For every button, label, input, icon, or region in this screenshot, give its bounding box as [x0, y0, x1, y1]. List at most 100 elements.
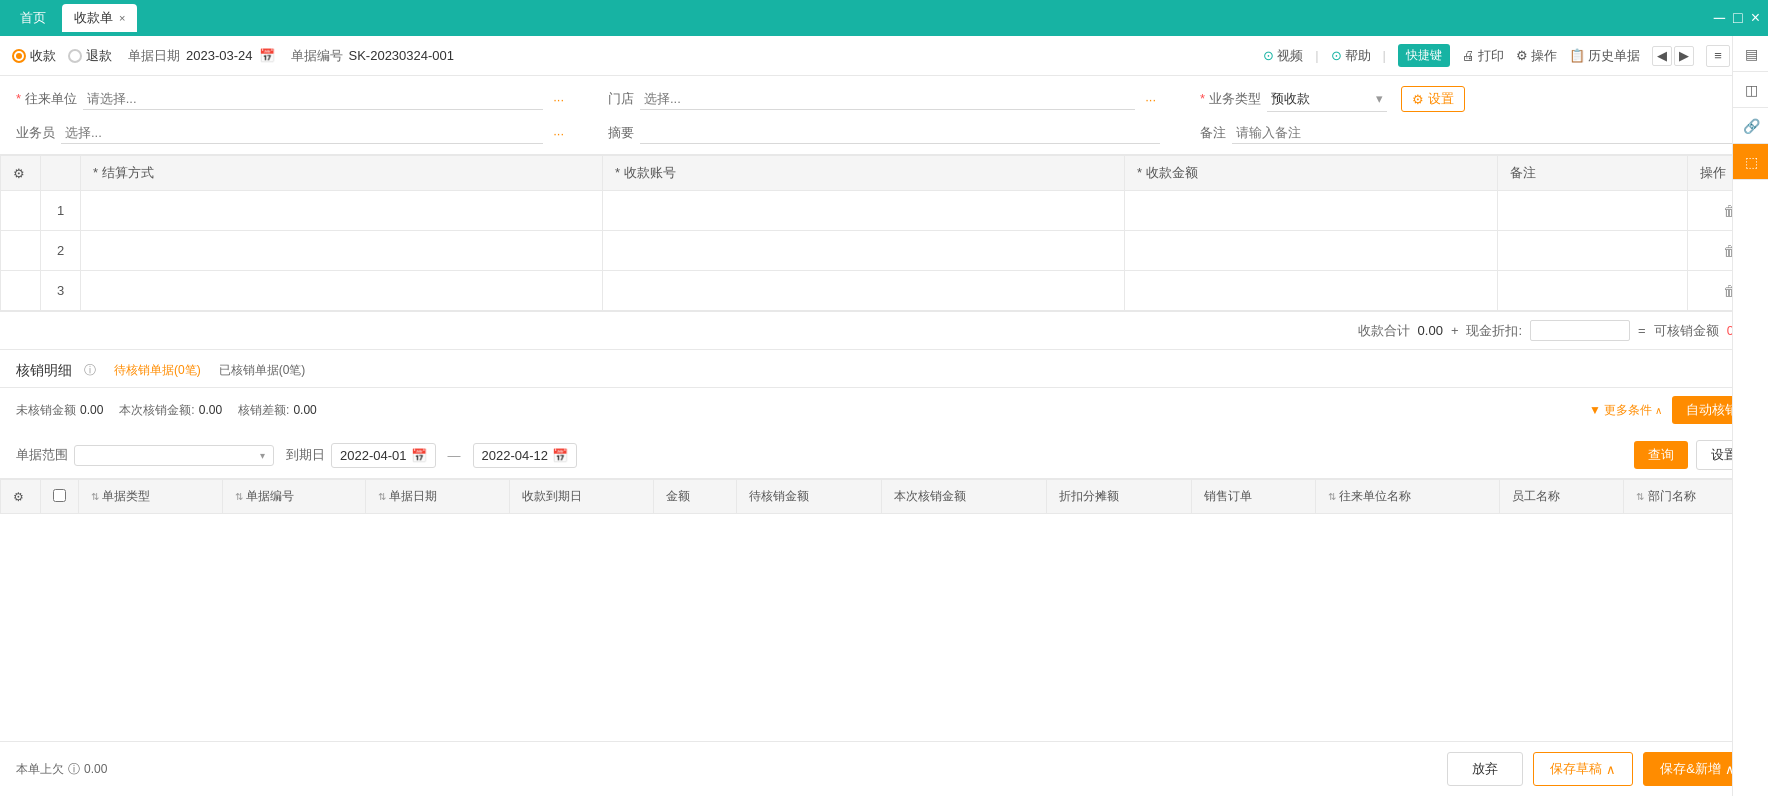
win-close-btn[interactable]: × — [1751, 9, 1760, 27]
stat-unchecked-label: 未核销金额 — [16, 402, 76, 419]
nav-arrows: ◀ ▶ — [1652, 46, 1694, 66]
total-label1: 收款合计 — [1358, 322, 1410, 340]
date-value: 2023-03-24 — [186, 48, 253, 63]
main-content: 收款 退款 单据日期 2023-03-24 📅 单据编号 SK-20230324… — [0, 36, 1768, 796]
vcol-counterpart: ⇅ 往来单位名称 — [1315, 480, 1499, 514]
row3-remark[interactable] — [1497, 271, 1687, 311]
row2-num: 2 — [41, 231, 81, 271]
form-row-2: 业务员 ··· 摘要 备注 — [16, 122, 1752, 144]
side-link-icon[interactable]: 🔗 — [1733, 108, 1768, 144]
win-min-btn[interactable]: ─ — [1714, 9, 1725, 27]
help-btn[interactable]: ⊙ 帮助 — [1331, 47, 1371, 65]
calendar-to-icon[interactable]: 📅 — [552, 448, 568, 463]
row2-account[interactable] — [602, 231, 1124, 271]
business-type-select[interactable]: 预收款 ▾ — [1267, 87, 1387, 112]
date-to-input[interactable]: 2022-04-12 📅 — [473, 443, 578, 468]
view-list-btn[interactable]: ≡ — [1706, 45, 1730, 67]
date-sep: — — [448, 448, 461, 463]
staff-input[interactable] — [61, 122, 543, 144]
table-gear-header[interactable]: ⚙ — [1, 156, 41, 191]
range-select[interactable]: ▾ — [74, 445, 274, 466]
shop-input[interactable] — [640, 88, 1135, 110]
vcol-gear[interactable]: ⚙ — [1, 480, 41, 514]
tab-home[interactable]: 首页 — [8, 4, 58, 32]
vcol-check — [41, 480, 79, 514]
detail-table-section: ⚙ * 结算方式 * 收款账号 * 收款金额 备注 操作 — [0, 155, 1768, 312]
toolbar-right: ⊙ 视频 | ⊙ 帮助 | 快捷键 🖨 打印 ⚙ 操作 📋 历史单据 — [1263, 44, 1756, 67]
verify-title: 核销明细 — [16, 362, 72, 380]
range-chevron-icon: ▾ — [260, 450, 265, 461]
num-value: SK-20230324-001 — [349, 48, 455, 63]
table-rownum-header — [41, 156, 81, 191]
date-from-input[interactable]: 2022-04-01 📅 — [331, 443, 436, 468]
remark-input[interactable] — [1232, 122, 1752, 144]
tab-done[interactable]: 已核销单据(0笔) — [219, 362, 306, 379]
more-conditions-btn[interactable]: ▼ 更多条件 ∧ — [1589, 402, 1662, 419]
calendar-icon[interactable]: 📅 — [259, 48, 275, 63]
table-remark-header: 备注 — [1497, 156, 1687, 191]
row3-amount[interactable] — [1124, 271, 1497, 311]
counterpart-more-btn[interactable]: ··· — [549, 92, 568, 107]
vcol-type: ⇅ 单据类型 — [79, 480, 223, 514]
tab-pending[interactable]: 待核销单据(0笔) — [108, 360, 207, 381]
row1-settlement[interactable] — [81, 191, 603, 231]
win-max-btn[interactable]: □ — [1733, 9, 1743, 27]
side-view-icon[interactable]: ◫ — [1733, 72, 1768, 108]
row1-remark[interactable] — [1497, 191, 1687, 231]
form-section: * 往来单位 ··· 门店 ··· * 业务类型 预收款 ▾ ⚙ 设置 — [0, 76, 1768, 155]
stat-current: 本次核销金额: 0.00 — [119, 402, 222, 419]
duedate-field: 到期日 2022-04-01 📅 — 2022-04-12 📅 — [286, 443, 577, 468]
info-icon[interactable]: ⓘ — [68, 761, 80, 778]
tab-close-icon[interactable]: × — [119, 12, 125, 24]
row1-account[interactable] — [602, 191, 1124, 231]
row2-gear — [1, 231, 41, 271]
business-type-label: * 业务类型 — [1200, 90, 1261, 108]
staff-field: 业务员 ··· — [16, 122, 568, 144]
history-btn[interactable]: 📋 历史单据 — [1569, 47, 1640, 65]
settings-btn[interactable]: ⚙ 设置 — [1401, 86, 1465, 112]
vcol-pending: 待核销金额 — [737, 480, 882, 514]
vcol-current: 本次核销金额 — [882, 480, 1047, 514]
radio-refund[interactable]: 退款 — [68, 47, 112, 65]
row1-amount[interactable] — [1124, 191, 1497, 231]
row2-amount[interactable] — [1124, 231, 1497, 271]
row2-remark[interactable] — [1497, 231, 1687, 271]
query-btn[interactable]: 查询 — [1634, 441, 1688, 469]
business-type-value: 预收款 — [1271, 90, 1372, 108]
tab-receipt[interactable]: 收款单 × — [62, 4, 137, 32]
business-type-chevron: ▾ — [1376, 91, 1383, 106]
table-account-header: * 收款账号 — [602, 156, 1124, 191]
radio-receipt[interactable]: 收款 — [12, 47, 56, 65]
total-label3: 可核销金额 — [1654, 322, 1719, 340]
shop-more-btn[interactable]: ··· — [1141, 92, 1160, 107]
select-all-checkbox[interactable] — [53, 489, 66, 502]
save-draft-btn[interactable]: 保存草稿 ∧ — [1533, 752, 1633, 786]
calendar-from-icon[interactable]: 📅 — [411, 448, 427, 463]
table-row: 2 🗑 ⊕ — [1, 231, 1768, 271]
staff-more-btn[interactable]: ··· — [549, 126, 568, 141]
tab-home-label: 首页 — [20, 9, 46, 27]
discard-btn[interactable]: 放弃 — [1447, 752, 1523, 786]
verify-info-icon[interactable]: ⓘ — [84, 362, 96, 379]
radio-receipt-dot — [12, 49, 26, 63]
summary-input[interactable] — [640, 122, 1160, 144]
row3-account[interactable] — [602, 271, 1124, 311]
row1-num: 1 — [41, 191, 81, 231]
row2-settlement[interactable] — [81, 231, 603, 271]
side-edit-icon[interactable]: ⬚ — [1733, 144, 1768, 180]
date-label: 单据日期 — [128, 47, 180, 65]
counterpart-input[interactable] — [83, 88, 543, 110]
vcol-discount: 折扣分摊额 — [1047, 480, 1192, 514]
nav-prev-btn[interactable]: ◀ — [1652, 46, 1672, 66]
ops-btn[interactable]: ⚙ 操作 — [1516, 47, 1557, 65]
cash-discount-input[interactable] — [1530, 320, 1630, 341]
shortcut-btn[interactable]: 快捷键 — [1398, 44, 1450, 67]
row3-settlement[interactable] — [81, 271, 603, 311]
save-draft-label: 保存草稿 — [1550, 760, 1602, 778]
verify-section: 核销明细 ⓘ 待核销单据(0笔) 已核销单据(0笔) 未核销金额 0.00 本次… — [0, 350, 1768, 741]
print-btn[interactable]: 🖨 打印 — [1462, 47, 1504, 65]
side-table-icon[interactable]: ▤ — [1733, 36, 1768, 72]
video-btn[interactable]: ⊙ 视频 — [1263, 47, 1303, 65]
nav-next-btn[interactable]: ▶ — [1674, 46, 1694, 66]
more-conditions-label: 更多条件 — [1604, 402, 1652, 419]
